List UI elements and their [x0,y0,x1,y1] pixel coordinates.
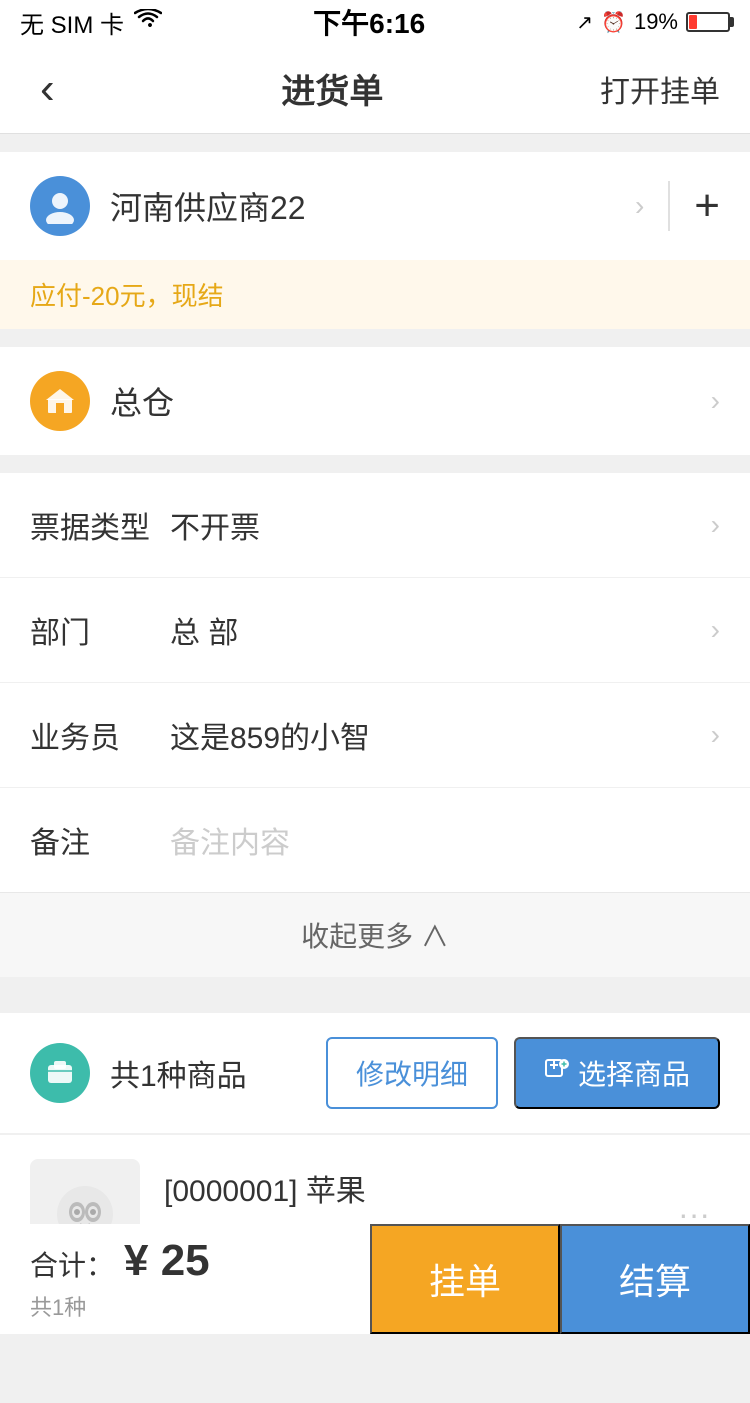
product-title: 苹果 [306,1175,366,1208]
nav-bar: ‹ 进货单 打开挂单 [0,44,750,134]
supplier-avatar [30,176,90,236]
product-name: [0000001] 苹果 [164,1166,668,1210]
warehouse-icon [30,371,90,431]
supplier-divider [668,181,670,231]
cart-icon [544,1057,570,1089]
warehouse-name: 总仓 [110,378,711,424]
form-section: 票据类型 不开票 › 部门 总 部 › 业务员 这是859的小智 › 备注 备注… [0,473,750,892]
salesperson-value: 这是859的小智 [150,713,711,757]
total-amount: ¥ 25 [124,1236,210,1286]
location-icon: ↗ [576,10,593,35]
product-code: [0000001] [164,1175,297,1208]
department-value: 总 部 [150,608,711,652]
divider-1 [0,134,750,152]
status-bar: 无 SIM 卡 下午6:16 ↗ ⏰ 19% [0,0,750,44]
pending-button[interactable]: 挂单 [370,1224,560,1334]
department-label: 部门 [30,608,150,652]
status-time: 下午6:16 [313,2,425,42]
select-product-label: 选择商品 [578,1053,690,1093]
salesperson-label: 业务员 [30,713,150,757]
department-row[interactable]: 部门 总 部 › [0,578,750,683]
salesperson-chevron-icon: › [711,719,720,751]
battery-icon [686,12,730,32]
total-sub: 共1种 [30,1290,340,1322]
supplier-row[interactable]: 河南供应商22 › + [0,152,750,260]
open-pending-button[interactable]: 打开挂单 [600,67,720,111]
collapse-label: 收起更多 ∧ [301,921,449,952]
notice-bar: 应付-20元，现结 [0,260,750,329]
remark-label: 备注 [30,818,150,862]
status-right: ↗ ⏰ 19% [576,9,730,35]
invoice-type-chevron-icon: › [711,509,720,541]
invoice-type-row[interactable]: 票据类型 不开票 › [0,473,750,578]
invoice-type-value: 不开票 [150,503,711,547]
remark-placeholder[interactable]: 备注内容 [150,818,720,862]
back-button[interactable]: ‹ [30,54,65,124]
total-label: 合计： [30,1244,114,1284]
divider-2 [0,977,750,995]
department-chevron-icon: › [711,614,720,646]
invoice-type-label: 票据类型 [30,503,150,547]
carrier-label: 无 SIM 卡 [20,5,124,40]
remark-row[interactable]: 备注 备注内容 [0,788,750,892]
checkout-button[interactable]: 结算 [560,1224,750,1334]
edit-detail-button[interactable]: 修改明细 [326,1037,498,1109]
status-left: 无 SIM 卡 [20,5,162,40]
total-section: 合计： ¥ 25 共1种 [0,1236,370,1322]
warehouse-chevron-icon: › [711,385,720,417]
salesperson-row[interactable]: 业务员 这是859的小智 › [0,683,750,788]
wifi-icon [134,8,162,36]
bottom-bar: 合计： ¥ 25 共1种 挂单 结算 [0,1224,750,1334]
battery-percent: 19% [634,9,678,35]
total-label-row: 合计： ¥ 25 [30,1236,340,1286]
warehouse-row[interactable]: 总仓 › [0,347,750,455]
product-header: 共1种商品 修改明细 选择商品 [0,1013,750,1133]
supplier-chevron-icon: › [635,190,644,222]
alarm-icon: ⏰ [601,10,626,35]
supplier-card: 河南供应商22 › + 应付-20元，现结 [0,152,750,329]
product-count-label: 共1种商品 [110,1051,326,1095]
collapse-bar[interactable]: 收起更多 ∧ [0,892,750,977]
select-product-button[interactable]: 选择商品 [514,1037,720,1109]
add-supplier-button[interactable]: + [694,184,720,228]
product-section-icon [30,1043,90,1103]
supplier-name: 河南供应商22 [110,183,635,229]
nav-title: 进货单 [281,64,383,113]
notice-text: 应付-20元，现结 [30,281,224,311]
